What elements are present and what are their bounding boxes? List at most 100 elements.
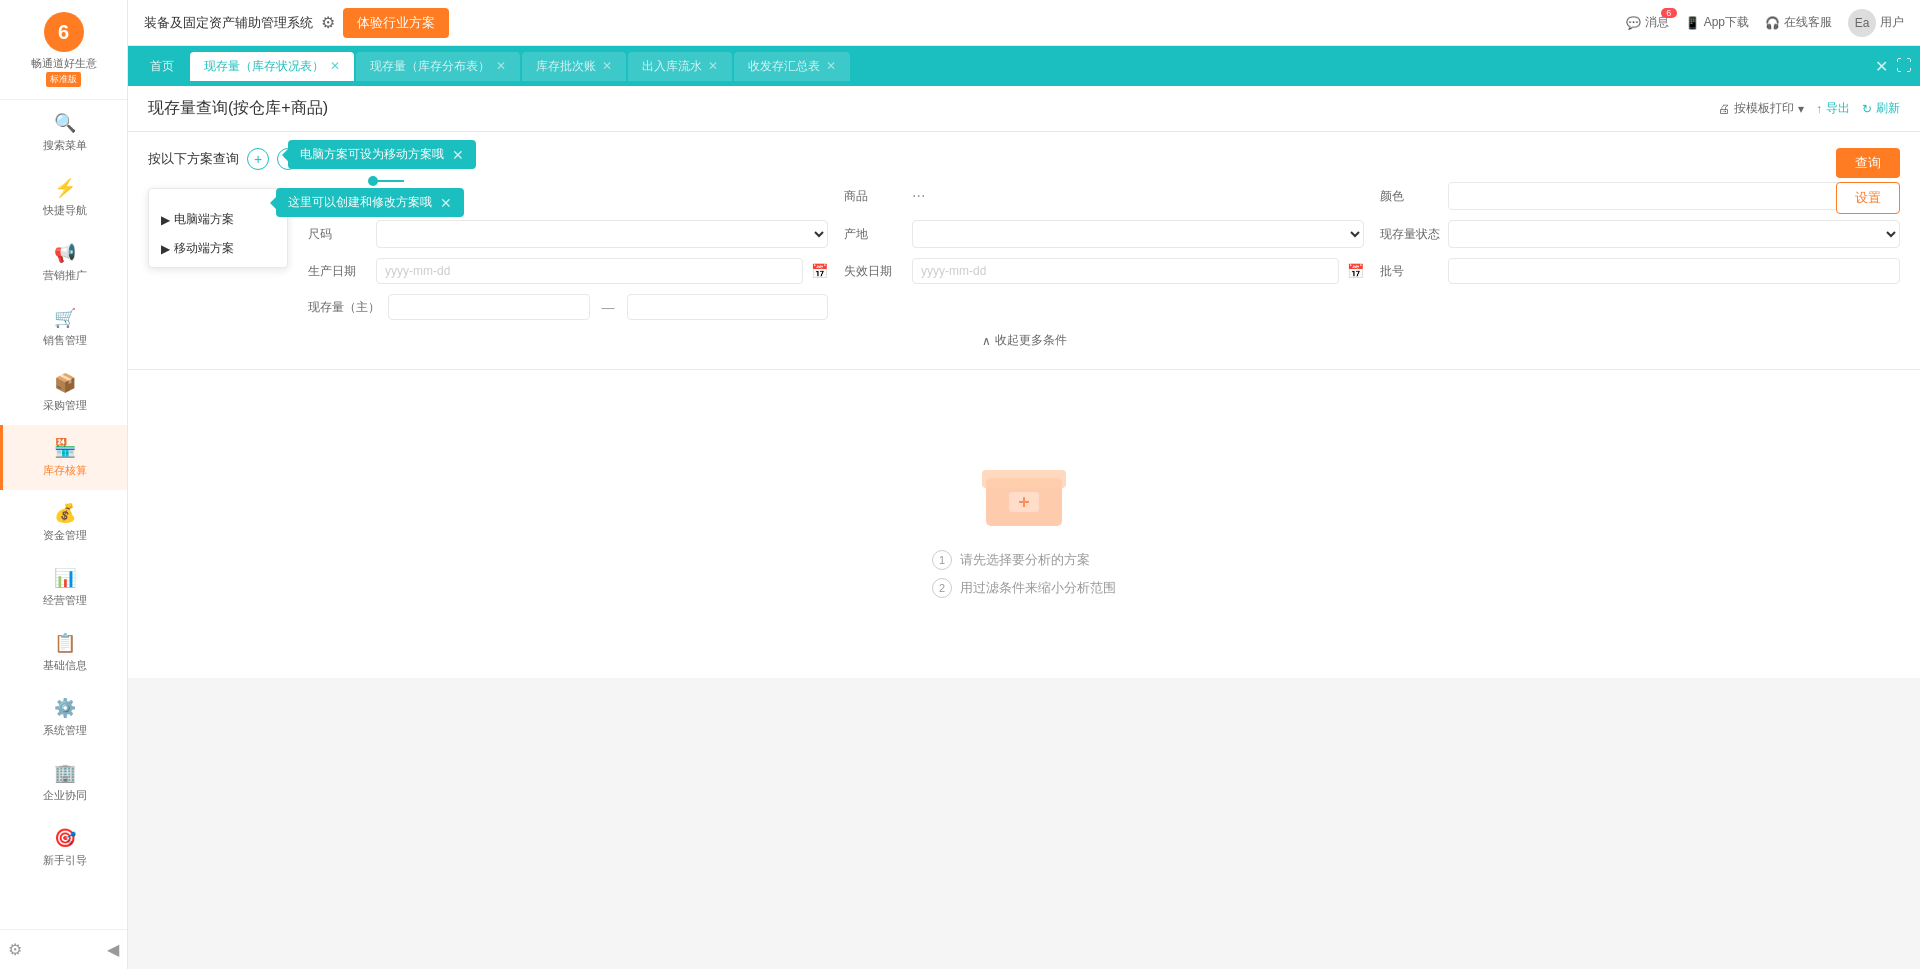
collapse-icon[interactable]: ◀ [107, 940, 119, 959]
filter-label: 按以下方案查询 [148, 150, 239, 168]
filter-row-3: 生产日期 📅 失效日期 📅 批号 [308, 258, 1900, 284]
industry-button[interactable]: 体验行业方案 [343, 8, 449, 38]
reset-button[interactable]: 设置 [1836, 182, 1900, 214]
scheme-tooltip-text: 电脑方案可设为移动方案哦 [300, 146, 444, 163]
sidebar-item-finance[interactable]: 💰 资金管理 [0, 490, 127, 555]
tab-batch-account[interactable]: 库存批次账 ✕ [522, 52, 626, 81]
sidebar-item-inventory[interactable]: 🏪 库存核算 [0, 425, 127, 490]
template-print-icon: 🖨 [1718, 102, 1730, 116]
scheme-section-header [149, 193, 287, 205]
guide-icon: 🎯 [54, 827, 76, 849]
template-print-label: 按模板打印 [1734, 100, 1794, 117]
basic-icon: 📋 [54, 632, 76, 654]
sidebar-item-corp[interactable]: 🏢 企业协同 [0, 750, 127, 815]
edit-tooltip-close[interactable]: ✕ [440, 195, 452, 211]
empty-step-1: 1 请先选择要分析的方案 [932, 550, 1116, 570]
support-button[interactable]: 🎧 在线客服 [1765, 14, 1832, 31]
stock-main-to-input[interactable] [627, 294, 829, 320]
origin-select[interactable] [912, 220, 1364, 248]
expiry-date-input[interactable] [912, 258, 1339, 284]
filter-row-4: 现存量（主） — [308, 294, 1900, 320]
sidebar-item-purchase[interactable]: 📦 采购管理 [0, 360, 127, 425]
tabbar: 首页 现存量（库存状况表） ✕ 现存量（库存分布表） ✕ 库存批次账 ✕ 出入库… [128, 46, 1920, 86]
page-actions: 🖨 按模板打印 ▾ ↑ 导出 ↻ 刷新 [1718, 100, 1900, 117]
user-button[interactable]: Ea 用户 [1848, 9, 1904, 37]
operation-icon: 📊 [54, 567, 76, 589]
filter-origin: 产地 [844, 220, 1364, 248]
tab-inout-flow[interactable]: 出入库流水 ✕ [628, 52, 732, 81]
settings-bottom-icon[interactable]: ⚙ [8, 940, 22, 959]
tab-inventory-dist[interactable]: 现存量（库存分布表） ✕ [356, 52, 520, 81]
sales-icon: 🛒 [54, 307, 76, 329]
goods-label: 商品 [844, 188, 904, 205]
tab-collect-summary-label: 收发存汇总表 [748, 58, 820, 75]
export-icon: ↑ [1816, 102, 1822, 116]
sidebar: 6 畅通道好生意 标准版 🔍 搜索菜单 ⚡ 快捷导航 📢 营销推广 🛒 销售管理… [0, 0, 128, 969]
topbar: 装备及固定资产辅助管理系统 ⚙ 体验行业方案 💬 消息 6 📱 App下载 🎧 … [128, 0, 1920, 46]
expiry-date-calendar-icon[interactable]: 📅 [1347, 263, 1364, 279]
size-label: 尺码 [308, 226, 368, 243]
scheme-item-pc[interactable]: ▶ 电脑端方案 [149, 205, 287, 234]
scheme-arrow-pc: ▶ [161, 213, 170, 227]
template-print-arrow: ▾ [1798, 102, 1804, 116]
tab-batch-account-close[interactable]: ✕ [602, 59, 612, 73]
system-title: 装备及固定资产辅助管理系统 [144, 14, 313, 32]
tab-inventory-status-label: 现存量（库存状况表） [204, 58, 324, 75]
size-select[interactable] [376, 220, 828, 248]
connector-dot [368, 176, 378, 186]
add-scheme-button[interactable]: + [247, 148, 269, 170]
sidebar-nav: 🔍 搜索菜单 ⚡ 快捷导航 📢 营销推广 🛒 销售管理 📦 采购管理 🏪 库存核… [0, 100, 127, 929]
search-buttons: 查询 设置 [1836, 148, 1900, 214]
message-button[interactable]: 💬 消息 6 [1626, 14, 1669, 31]
filter-row-2: 尺码 产地 现存量状态 [308, 220, 1900, 248]
inventory-icon: 🏪 [54, 437, 76, 459]
user-avatar: Ea [1848, 9, 1876, 37]
collapse-filter-button[interactable]: ∧ 收起更多条件 [982, 332, 1067, 349]
step-num-1: 1 [932, 550, 952, 570]
tab-inventory-status-close[interactable]: ✕ [330, 59, 340, 73]
stock-main-from-input[interactable] [388, 294, 590, 320]
sidebar-item-guide[interactable]: 🎯 新手引导 [0, 815, 127, 880]
app-download-button[interactable]: 📱 App下载 [1685, 14, 1749, 31]
production-date-input[interactable] [376, 258, 803, 284]
sidebar-item-operation[interactable]: 📊 经营管理 [0, 555, 127, 620]
stock-status-select[interactable] [1448, 220, 1900, 248]
scheme-tooltip-close[interactable]: ✕ [452, 147, 464, 163]
filter-size: 尺码 [308, 220, 828, 248]
sidebar-item-marketing[interactable]: 📢 营销推广 [0, 230, 127, 295]
goods-dots[interactable]: ··· [912, 187, 925, 205]
export-button[interactable]: ↑ 导出 [1816, 100, 1850, 117]
tabbar-close-all[interactable]: ✕ [1875, 57, 1888, 76]
scheme-item-mobile[interactable]: ▶ 移动端方案 [149, 234, 287, 263]
sidebar-item-basic[interactable]: 📋 基础信息 [0, 620, 127, 685]
tab-inout-flow-close[interactable]: ✕ [708, 59, 718, 73]
tabbar-expand[interactable]: ⛶ [1896, 57, 1912, 75]
tab-home[interactable]: 首页 [136, 52, 188, 81]
finance-icon: 💰 [54, 502, 76, 524]
tab-inventory-status[interactable]: 现存量（库存状况表） ✕ [190, 52, 354, 81]
support-icon: 🎧 [1765, 16, 1780, 30]
sidebar-item-search[interactable]: 🔍 搜索菜单 [0, 100, 127, 165]
tab-collect-summary[interactable]: 收发存汇总表 ✕ [734, 52, 850, 81]
message-icon: 💬 [1626, 16, 1641, 30]
sidebar-item-sales[interactable]: 🛒 销售管理 [0, 295, 127, 360]
tab-collect-summary-close[interactable]: ✕ [826, 59, 836, 73]
search-button[interactable]: 查询 [1836, 148, 1900, 178]
sidebar-item-system[interactable]: ⚙️ 系统管理 [0, 685, 127, 750]
tab-inventory-dist-close[interactable]: ✕ [496, 59, 506, 73]
sidebar-item-quicknav[interactable]: ⚡ 快捷导航 [0, 165, 127, 230]
svg-rect-1 [982, 470, 1066, 488]
refresh-button[interactable]: ↻ 刷新 [1862, 100, 1900, 117]
template-print-button[interactable]: 🖨 按模板打印 ▾ [1718, 100, 1804, 117]
color-select[interactable] [1448, 182, 1900, 210]
tab-inout-flow-label: 出入库流水 [642, 58, 702, 75]
quicknav-icon: ⚡ [54, 177, 76, 199]
production-date-calendar-icon[interactable]: 📅 [811, 263, 828, 279]
filter-expiry-date: 失效日期 📅 [844, 258, 1364, 284]
scheme-label-mobile: 移动端方案 [174, 240, 234, 257]
marketing-icon: 📢 [54, 242, 76, 264]
topbar-settings-icon[interactable]: ⚙ [321, 13, 335, 32]
filter-actions: ∧ 收起更多条件 [148, 320, 1900, 353]
batch-label: 批号 [1380, 263, 1440, 280]
batch-input[interactable] [1448, 258, 1900, 284]
